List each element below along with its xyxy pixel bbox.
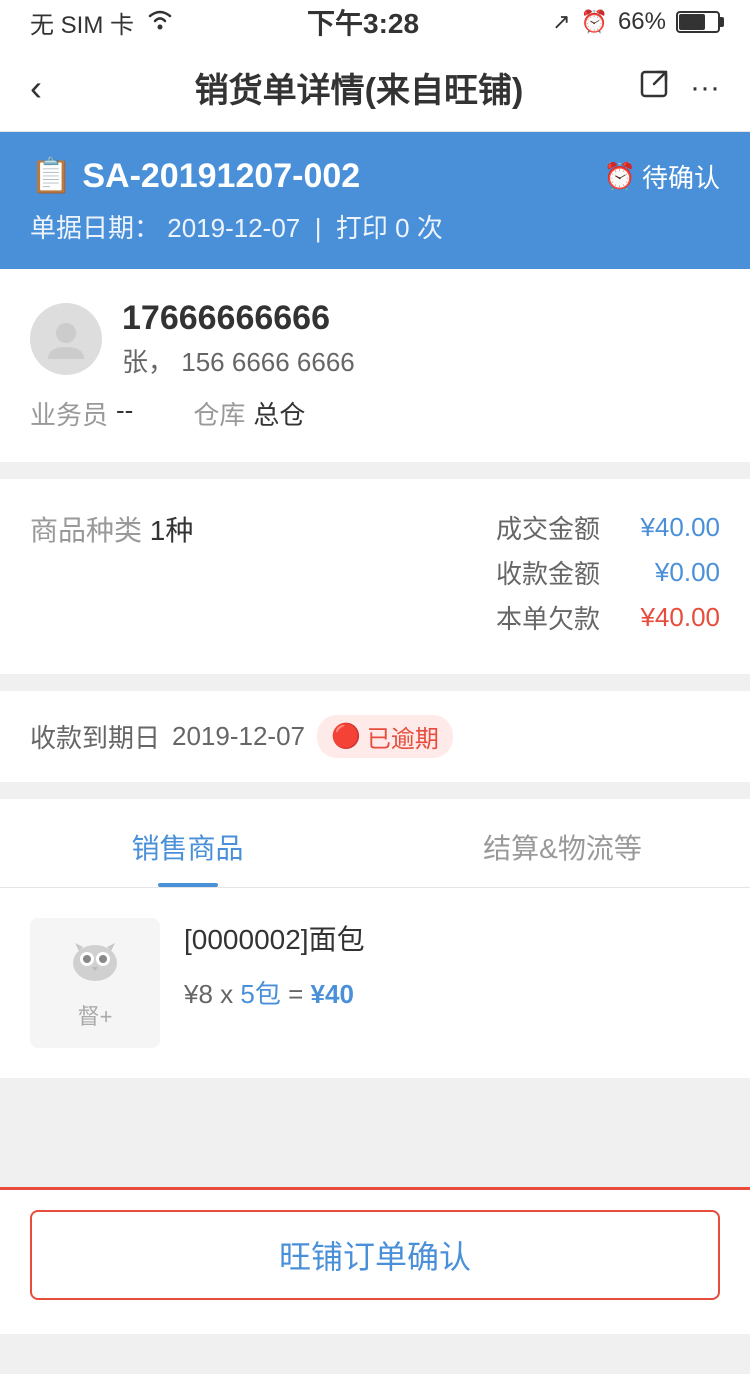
- alert-icon: 🔴: [331, 722, 361, 751]
- tabs-section: 销售商品 结算&物流等: [0, 799, 750, 1078]
- location-icon: ↗: [552, 9, 570, 35]
- wifi-icon: [146, 8, 174, 37]
- overdue-label: 已逾期: [367, 719, 439, 754]
- types-value: 1种: [150, 515, 194, 546]
- product-logo-plus: 督+: [78, 999, 113, 1031]
- status-left: 无 SIM 卡: [30, 5, 174, 40]
- salesman-label: 业务员: [30, 395, 108, 432]
- due-label: 收款到期日: [30, 718, 160, 755]
- received-label: 收款金额: [496, 554, 600, 591]
- order-icon: 📋: [30, 156, 72, 196]
- customer-meta: 业务员 -- 仓库 总仓: [30, 395, 720, 432]
- avatar: [30, 303, 102, 375]
- types-label: 商品种类: [30, 515, 142, 546]
- product-types: 商品种类 1种: [30, 509, 193, 549]
- customer-name-alt: 张， 156 6666 6666: [122, 342, 355, 379]
- product-price: ¥8 x 5包 = ¥40: [184, 974, 720, 1011]
- warehouse-label: 仓库: [193, 395, 245, 432]
- more-icon[interactable]: ···: [690, 71, 720, 105]
- alarm-icon: ⏰: [581, 9, 608, 35]
- financial-summary: 成交金额 ¥40.00 收款金额 ¥0.00 本单欠款 ¥40.00: [496, 509, 720, 644]
- confirm-button-wrap: 旺铺订单确认: [0, 1187, 750, 1334]
- battery-percent: 66%: [618, 8, 666, 36]
- salesman-value: --: [116, 395, 133, 432]
- tab-settlement[interactable]: 结算&物流等: [375, 799, 750, 887]
- product-info: [0000002]面包 ¥8 x 5包 = ¥40: [184, 918, 720, 1048]
- page-title: 销货单详情(来自旺铺): [80, 63, 638, 112]
- summary-section: 商品种类 1种 成交金额 ¥40.00 收款金额 ¥0.00 本单欠款 ¥40.…: [0, 479, 750, 674]
- amount-label: 成交金额: [496, 509, 600, 546]
- status-bar: 无 SIM 卡 下午3:28 ↗ ⏰ 66%: [0, 0, 750, 44]
- header-card: 📋 SA-20191207-002 ⏰ 待确认 单据日期： 2019-12-07…: [0, 132, 750, 269]
- product-item: 督+ [0000002]面包 ¥8 x 5包 = ¥40: [0, 888, 750, 1078]
- overdue-badge: 🔴 已逾期: [317, 715, 453, 758]
- customer-section: 17666666666 张， 156 6666 6666 业务员 -- 仓库 总…: [0, 269, 750, 462]
- order-number: 📋 SA-20191207-002: [30, 156, 360, 196]
- confirm-order-button[interactable]: 旺铺订单确认: [30, 1210, 720, 1300]
- product-total: ¥40: [311, 979, 354, 1009]
- warehouse-value: 总仓: [253, 395, 305, 432]
- nav-bar: ‹ 销货单详情(来自旺铺) ···: [0, 44, 750, 132]
- product-logo-icon: [65, 935, 125, 995]
- product-code-name: [0000002]面包: [184, 918, 720, 958]
- owed-value: ¥40.00: [620, 602, 720, 633]
- share-icon[interactable]: [638, 68, 670, 108]
- nav-actions: ···: [638, 68, 720, 108]
- order-status: ⏰ 待确认: [604, 158, 720, 195]
- back-button[interactable]: ‹: [30, 67, 80, 109]
- clock-icon: ⏰: [604, 161, 636, 192]
- customer-phone: 17666666666: [122, 299, 355, 338]
- tab-sales-product[interactable]: 销售商品: [0, 799, 375, 887]
- owed-label: 本单欠款: [496, 599, 600, 636]
- battery-icon: [676, 11, 720, 33]
- due-date: 2019-12-07: [172, 721, 305, 752]
- status-time: 下午3:28: [307, 2, 419, 42]
- status-right: ↗ ⏰ 66%: [552, 8, 720, 36]
- amount-value: ¥40.00: [620, 512, 720, 543]
- product-thumbnail: 督+: [30, 918, 160, 1048]
- product-qty: 5包: [240, 979, 288, 1009]
- due-date-section: 收款到期日 2019-12-07 🔴 已逾期: [0, 691, 750, 782]
- order-date: 单据日期： 2019-12-07 | 打印 0 次: [30, 208, 720, 245]
- received-value: ¥0.00: [620, 557, 720, 588]
- sim-status: 无 SIM 卡: [30, 5, 134, 40]
- tabs-header: 销售商品 结算&物流等: [0, 799, 750, 888]
